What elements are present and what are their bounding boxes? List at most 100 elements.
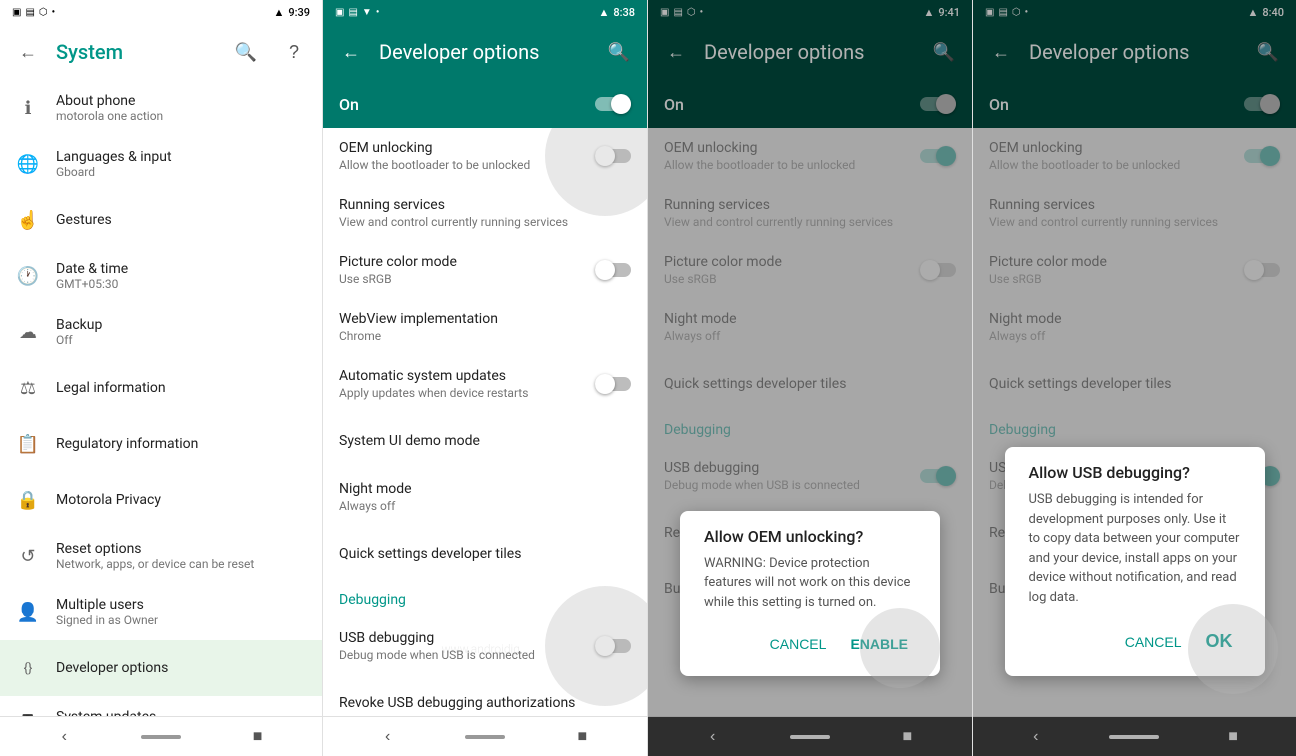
notification-icons: ▣ ▤ ⬡ • xyxy=(12,7,55,18)
system-icons-middle: ▲ 8:38 xyxy=(598,6,635,19)
nav-bar-left: ‹ ■ xyxy=(0,716,322,756)
nav-recent-middle[interactable]: ■ xyxy=(562,717,602,756)
system-settings-list: ℹ About phone motorola one action 🌐 Lang… xyxy=(0,80,322,716)
dev-item-uidemo-m[interactable]: System UI demo mode xyxy=(323,413,647,469)
ok-circle-highlight xyxy=(1188,604,1278,694)
search-button-left[interactable]: 🔍 xyxy=(226,32,266,72)
oem-dialog-overlay: Allow OEM unlocking? WARNING: Device pro… xyxy=(648,0,972,756)
back-button-left[interactable]: ← xyxy=(8,32,48,72)
about-icon: ℹ xyxy=(16,96,40,120)
autoupdate-content-m: Automatic system updates Apply updates w… xyxy=(339,368,595,400)
status-bar-middle: ▣ ▤ ▼ • ▲ 8:38 xyxy=(323,0,647,24)
color-toggle-m[interactable] xyxy=(595,260,631,280)
nav-home-left[interactable] xyxy=(141,735,181,739)
on-header-middle: On xyxy=(323,80,647,128)
nav-back-left[interactable]: ‹ xyxy=(44,717,84,756)
reset-icon: ↺ xyxy=(16,544,40,568)
users-subtitle: Signed in as Owner xyxy=(56,613,158,627)
about-text: About phone motorola one action xyxy=(56,93,163,123)
sidebar-item-backup[interactable]: ☁ Backup Off xyxy=(0,304,322,360)
running-sub-m: View and control currently running servi… xyxy=(339,215,631,229)
sidebar-item-updates[interactable]: 📱 System updates Updated to Android 9 xyxy=(0,696,322,716)
users-title: Multiple users xyxy=(56,597,158,613)
on-label-middle: On xyxy=(339,95,595,114)
autoupdate-thumb-m xyxy=(595,374,615,394)
regulatory-title: Regulatory information xyxy=(56,436,198,452)
oem-cancel-button[interactable]: Cancel xyxy=(762,628,835,660)
developer-options-panel-middle: ▣ ▤ ▼ • ▲ 8:38 ← Developer options 🔍 On … xyxy=(323,0,648,756)
qstiles-title-m: Quick settings developer tiles xyxy=(339,546,631,562)
time-left: 9:39 xyxy=(288,6,310,19)
enable-circle-highlight xyxy=(860,608,940,688)
dev-app-bar-middle: ← Developer options 🔍 xyxy=(323,24,647,80)
webview-sub-m: Chrome xyxy=(339,329,631,343)
nav-home-middle[interactable] xyxy=(465,735,505,739)
system-app-bar: ← System 🔍 ? xyxy=(0,24,322,80)
privacy-text: Motorola Privacy xyxy=(56,492,161,508)
color-title-m: Picture color mode xyxy=(339,254,595,270)
dev-item-autoupdate-m[interactable]: Automatic system updates Apply updates w… xyxy=(323,356,647,413)
gestures-title: Gestures xyxy=(56,212,112,228)
night-title-m: Night mode xyxy=(339,481,631,497)
nav-recent-left[interactable]: ■ xyxy=(238,717,278,756)
backup-icon: ☁ xyxy=(16,320,40,344)
regulatory-text: Regulatory information xyxy=(56,436,198,452)
sidebar-item-privacy[interactable]: 🔒 Motorola Privacy xyxy=(0,472,322,528)
dev-item-qstiles-m[interactable]: Quick settings developer tiles xyxy=(323,526,647,582)
sidebar-item-gestures[interactable]: ☝ Gestures xyxy=(0,192,322,248)
color-sub-m: Use sRGB xyxy=(339,272,595,286)
search-button-middle[interactable]: 🔍 xyxy=(599,32,639,72)
about-title: About phone xyxy=(56,93,163,109)
on-toggle-middle[interactable] xyxy=(595,94,631,114)
languages-title: Languages & input xyxy=(56,149,172,165)
sidebar-item-reset[interactable]: ↺ Reset options Network, apps, or device… xyxy=(0,528,322,584)
sidebar-item-developer[interactable]: {} Developer options xyxy=(0,640,322,696)
webview-title-m: WebView implementation xyxy=(339,311,631,327)
notif-icons-middle: ▣ ▤ ▼ • xyxy=(335,7,379,18)
regulatory-icon: 📋 xyxy=(16,432,40,456)
developer-options-panel-right1: ▣ ▤ ⬡ • ▲ 9:41 ← Developer options 🔍 On … xyxy=(648,0,973,756)
dev-item-night-m[interactable]: Night mode Always off xyxy=(323,469,647,526)
gestures-text: Gestures xyxy=(56,212,112,228)
updates-text: System updates Updated to Android 9 xyxy=(56,709,169,716)
download-icon-m: ▼ xyxy=(362,7,372,18)
sidebar-item-about[interactable]: ℹ About phone motorola one action xyxy=(0,80,322,136)
datetime-text: Date & time GMT+05:30 xyxy=(56,261,128,291)
wifi-icon-m: ▲ xyxy=(598,6,609,19)
uidemo-content-m: System UI demo mode xyxy=(339,433,631,449)
autoupdate-toggle-m[interactable] xyxy=(595,374,631,394)
usb-dialog-title: Allow USB debugging? xyxy=(1029,463,1241,482)
languages-subtitle: Gboard xyxy=(56,165,172,179)
sidebar-item-users[interactable]: 👤 Multiple users Signed in as Owner xyxy=(0,584,322,640)
datetime-title: Date & time xyxy=(56,261,128,277)
dev-list-middle: OEM unlocking Allow the bootloader to be… xyxy=(323,128,647,716)
dev-item-oem-middle[interactable]: OEM unlocking Allow the bootloader to be… xyxy=(323,128,647,185)
sidebar-item-regulatory[interactable]: 📋 Regulatory information xyxy=(0,416,322,472)
users-text: Multiple users Signed in as Owner xyxy=(56,597,158,627)
reset-subtitle: Network, apps, or device can be reset xyxy=(56,557,254,571)
backup-subtitle: Off xyxy=(56,333,102,347)
autoupdate-title-m: Automatic system updates xyxy=(339,368,595,384)
nav-back-middle[interactable]: ‹ xyxy=(368,717,408,756)
system-title: System xyxy=(56,40,218,64)
backup-title: Backup xyxy=(56,317,102,333)
developer-icon: {} xyxy=(16,656,40,680)
dev-item-color-m[interactable]: Picture color mode Use sRGB xyxy=(323,242,647,299)
help-button-left[interactable]: ? xyxy=(274,32,314,72)
sidebar-item-legal[interactable]: ⚖ Legal information xyxy=(0,360,322,416)
copy-icon: ▤ xyxy=(25,7,34,18)
webview-content-m: WebView implementation Chrome xyxy=(339,311,631,343)
qstiles-content-m: Quick settings developer tiles xyxy=(339,546,631,562)
system-icons-left: ▲ 9:39 xyxy=(273,6,310,19)
legal-icon: ⚖ xyxy=(16,376,40,400)
reset-text: Reset options Network, apps, or device c… xyxy=(56,541,254,571)
sidebar-item-datetime[interactable]: 🕐 Date & time GMT+05:30 xyxy=(0,248,322,304)
back-button-middle[interactable]: ← xyxy=(331,32,371,72)
usb-toggle-area-m xyxy=(595,636,631,656)
system-settings-panel: ▣ ▤ ⬡ • ▲ 9:39 ← System 🔍 ? ℹ About phon… xyxy=(0,0,323,756)
color-thumb-m xyxy=(595,260,615,280)
dev-item-webview-m[interactable]: WebView implementation Chrome xyxy=(323,299,647,356)
sidebar-item-languages[interactable]: 🌐 Languages & input Gboard xyxy=(0,136,322,192)
developer-title: Developer options xyxy=(56,660,168,676)
usb-cancel-button[interactable]: Cancel xyxy=(1117,623,1190,660)
